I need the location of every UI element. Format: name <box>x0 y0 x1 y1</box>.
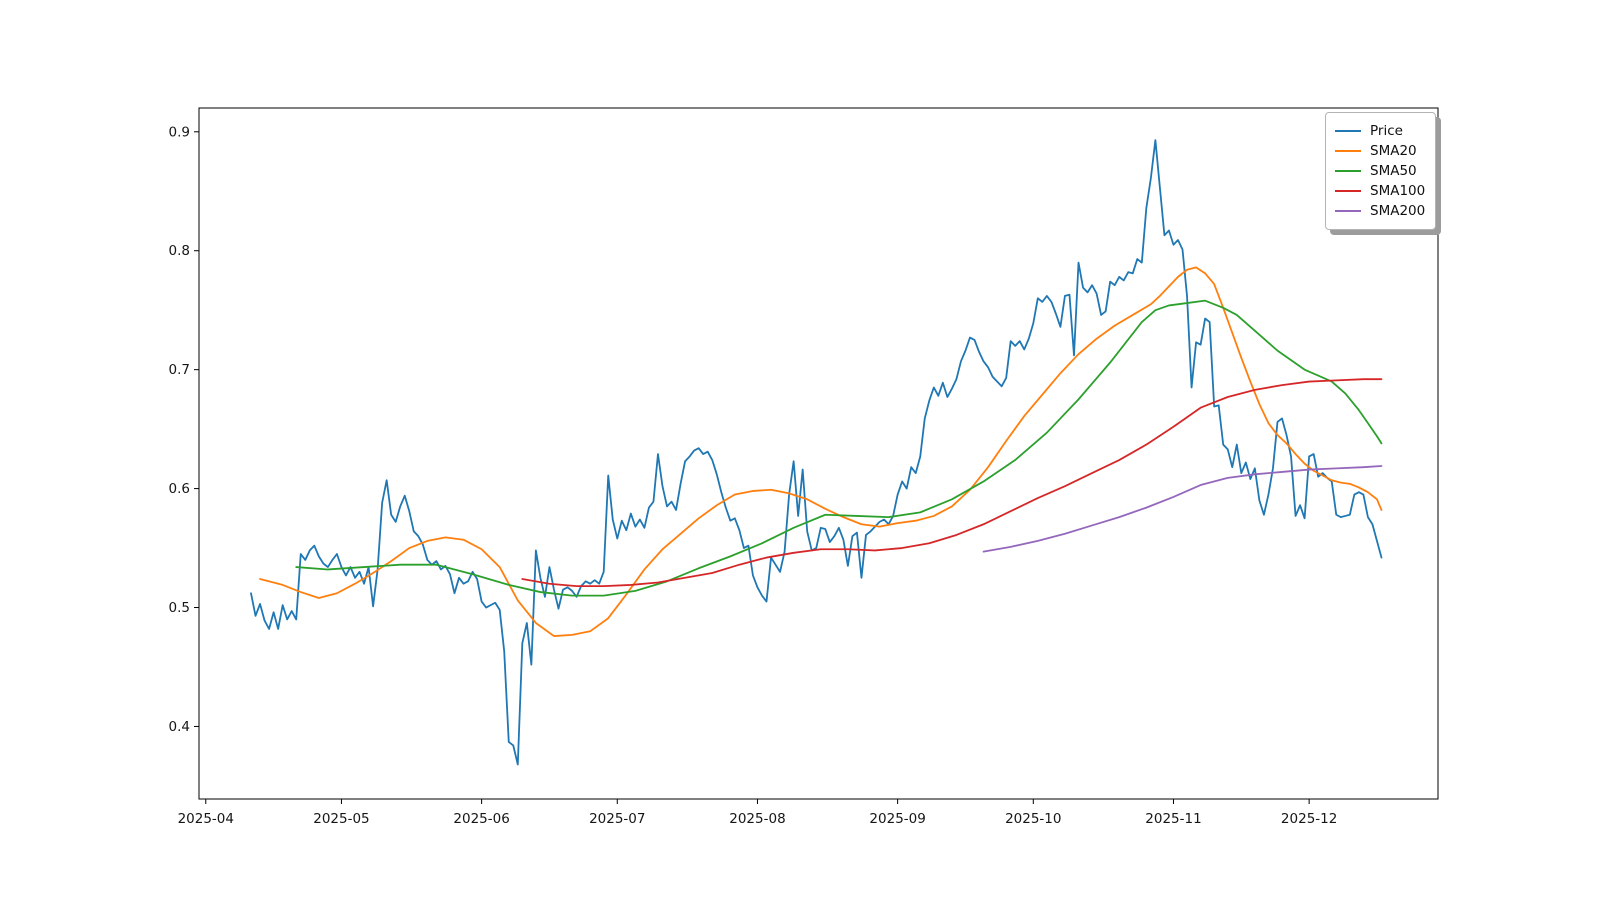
y-tick-label: 0.7 <box>169 362 190 378</box>
series-line-sma20 <box>259 266 1383 637</box>
y-tick-label: 0.9 <box>169 124 190 140</box>
x-tick-label: 2025-08 <box>729 811 785 827</box>
x-tick-label: 2025-06 <box>453 811 509 827</box>
chart-figure: 2025-04 2025-05 2025-06 2025-07 2025-08 2025-… <box>0 0 1600 900</box>
y-tick-label: 0.6 <box>169 481 190 497</box>
x-tick-label: 2025-11 <box>1145 811 1201 827</box>
x-tick-label: 2025-10 <box>1005 811 1061 827</box>
plot-border <box>198 107 1439 800</box>
x-tick-label: 2025-05 <box>313 811 369 827</box>
legend-label: SMA20 <box>1370 143 1417 159</box>
x-tick-label: 2025-07 <box>589 811 645 827</box>
series-line-sma100 <box>521 378 1383 588</box>
series-line-sma200 <box>982 465 1383 553</box>
series-lines <box>250 139 1383 766</box>
legend-line-sample <box>1335 170 1361 172</box>
legend-line-sample <box>1335 130 1361 132</box>
x-tick-label: 2025-04 <box>178 811 234 827</box>
legend-entry-sma100: SMA100 <box>1335 181 1425 201</box>
legend-label: SMA50 <box>1370 163 1417 179</box>
y-tick-label: 0.4 <box>169 719 190 735</box>
x-tick-label: 2025-09 <box>869 811 925 827</box>
x-tick-label: 2025-12 <box>1281 811 1337 827</box>
legend-line-sample <box>1335 210 1361 212</box>
legend: Price SMA20 SMA50 SMA100 SMA200 <box>1325 112 1437 230</box>
y-tick-label: 0.8 <box>169 243 190 259</box>
legend-label: SMA200 <box>1370 203 1426 219</box>
legend-entry-price: Price <box>1335 121 1425 141</box>
legend-entry-sma50: SMA50 <box>1335 161 1425 181</box>
legend-line-sample <box>1335 190 1361 192</box>
legend-label: Price <box>1370 123 1403 139</box>
series-line-sma50 <box>295 299 1383 597</box>
legend-line-sample <box>1335 150 1361 152</box>
y-tick-label: 0.5 <box>169 600 190 616</box>
legend-entry-sma200: SMA200 <box>1335 201 1425 221</box>
legend-label: SMA100 <box>1370 183 1426 199</box>
legend-entry-sma20: SMA20 <box>1335 141 1425 161</box>
series-line-price <box>250 139 1383 766</box>
